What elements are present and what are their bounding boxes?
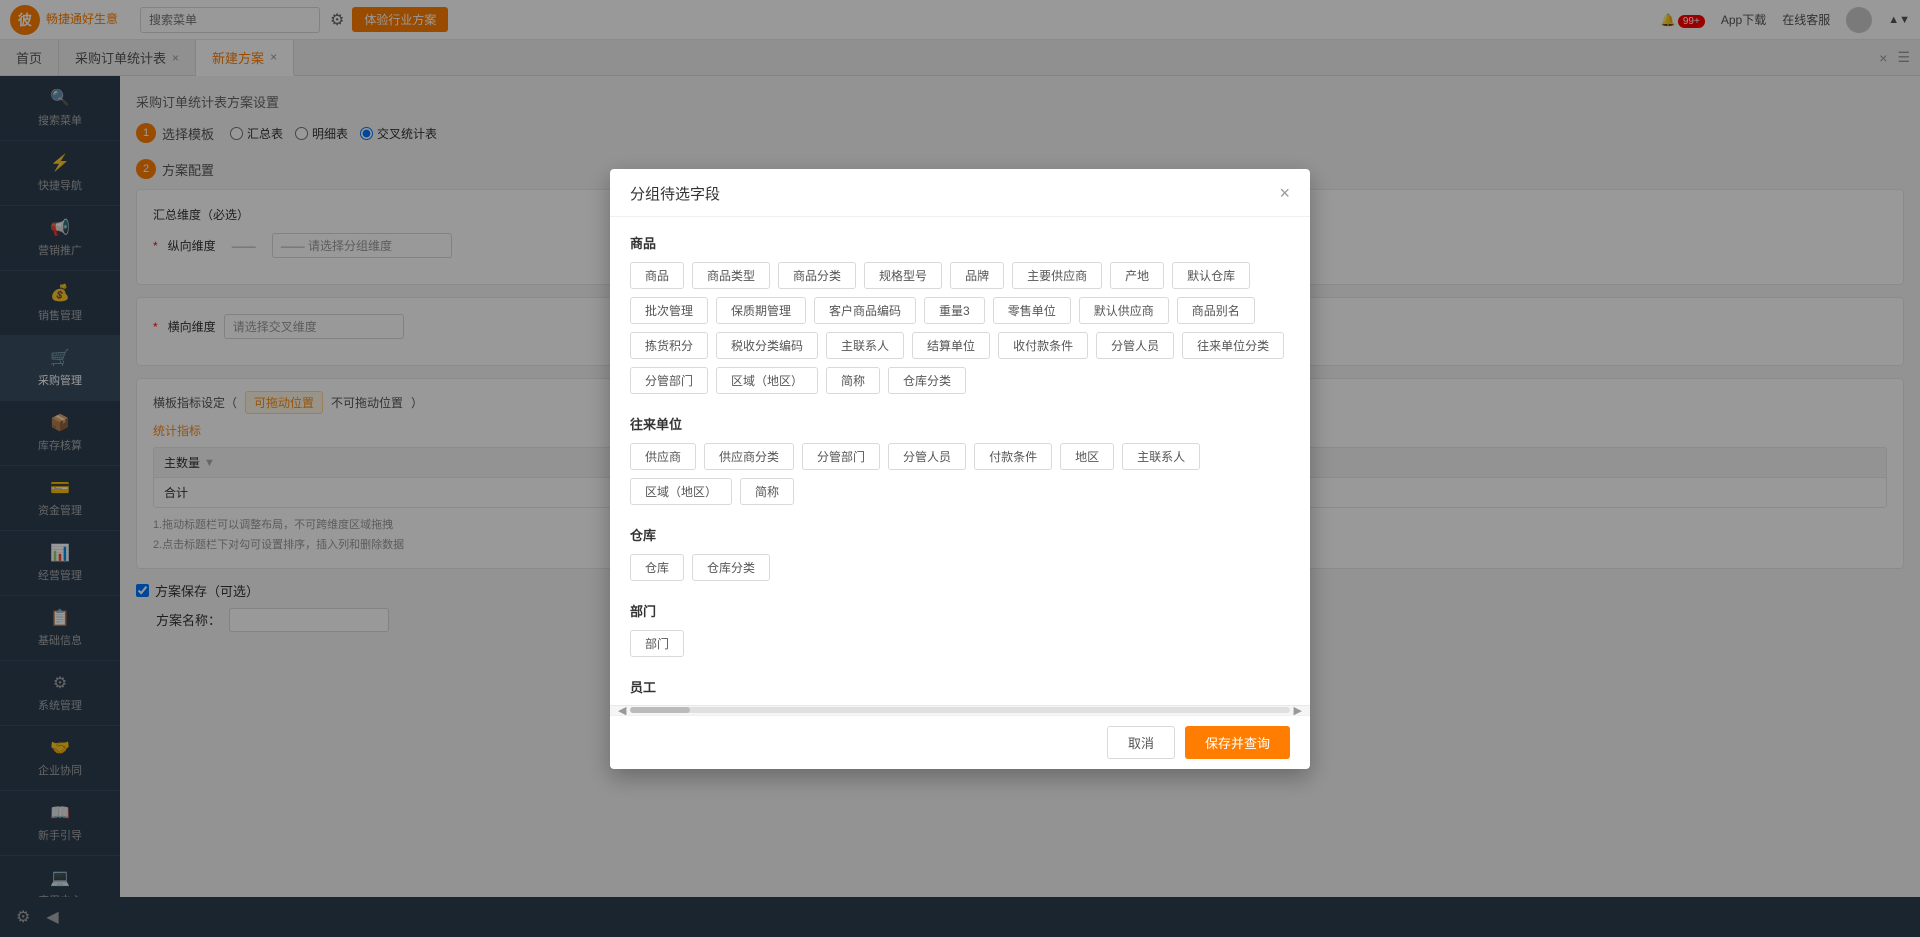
field-tag-0-7[interactable]: 默认仓库	[1172, 262, 1250, 289]
hscroll-track	[630, 707, 1289, 713]
field-tag-0-14[interactable]: 商品别名	[1177, 297, 1255, 324]
field-section-0: 商品商品商品类型商品分类规格型号品牌主要供应商产地默认仓库批次管理保质期管理客户…	[630, 233, 1290, 394]
field-tag-0-6[interactable]: 产地	[1110, 262, 1164, 289]
field-tag-1-3[interactable]: 分管人员	[888, 443, 966, 470]
field-tag-1-0[interactable]: 供应商	[630, 443, 696, 470]
section-title-1: 往来单位	[630, 414, 1290, 433]
field-selection-modal: 分组待选字段 × 商品商品商品类型商品分类规格型号品牌主要供应商产地默认仓库批次…	[610, 169, 1310, 769]
field-tag-3-0[interactable]: 部门	[630, 630, 684, 657]
field-section-4: 员工业务员	[630, 677, 1290, 705]
field-tag-1-8[interactable]: 简称	[740, 478, 794, 505]
modal-overlay: 分组待选字段 × 商品商品商品类型商品分类规格型号品牌主要供应商产地默认仓库批次…	[0, 0, 1920, 937]
field-tag-1-2[interactable]: 分管部门	[802, 443, 880, 470]
section-title-2: 仓库	[630, 525, 1290, 544]
field-tag-0-17[interactable]: 主联系人	[826, 332, 904, 359]
field-tag-0-11[interactable]: 重量3	[924, 297, 985, 324]
field-tag-0-12[interactable]: 零售单位	[993, 297, 1071, 324]
field-tag-0-21[interactable]: 往来单位分类	[1182, 332, 1284, 359]
modal-title: 分组待选字段	[630, 183, 720, 204]
field-tag-0-25[interactable]: 仓库分类	[888, 367, 966, 394]
field-tag-1-4[interactable]: 付款条件	[974, 443, 1052, 470]
field-section-2: 仓库仓库仓库分类	[630, 525, 1290, 581]
field-tags-3: 部门	[630, 630, 1290, 657]
field-tag-0-9[interactable]: 保质期管理	[716, 297, 806, 324]
modal-confirm-button[interactable]: 保存并查询	[1185, 726, 1290, 759]
field-tag-0-22[interactable]: 分管部门	[630, 367, 708, 394]
field-tag-1-1[interactable]: 供应商分类	[704, 443, 794, 470]
section-title-3: 部门	[630, 601, 1290, 620]
field-tag-0-5[interactable]: 主要供应商	[1012, 262, 1102, 289]
field-tag-1-5[interactable]: 地区	[1060, 443, 1114, 470]
field-section-3: 部门部门	[630, 601, 1290, 657]
modal-cancel-button[interactable]: 取消	[1107, 726, 1175, 759]
field-tag-2-0[interactable]: 仓库	[630, 554, 684, 581]
field-tag-2-1[interactable]: 仓库分类	[692, 554, 770, 581]
section-title-0: 商品	[630, 233, 1290, 252]
field-tag-1-6[interactable]: 主联系人	[1122, 443, 1200, 470]
field-tag-0-8[interactable]: 批次管理	[630, 297, 708, 324]
field-tag-0-20[interactable]: 分管人员	[1096, 332, 1174, 359]
modal-close-button[interactable]: ×	[1279, 183, 1290, 204]
field-tag-0-19[interactable]: 收付款条件	[998, 332, 1088, 359]
field-tag-0-24[interactable]: 简称	[826, 367, 880, 394]
field-tags-2: 仓库仓库分类	[630, 554, 1290, 581]
field-tag-0-0[interactable]: 商品	[630, 262, 684, 289]
field-tag-0-1[interactable]: 商品类型	[692, 262, 770, 289]
field-tag-0-13[interactable]: 默认供应商	[1079, 297, 1169, 324]
field-tag-0-18[interactable]: 结算单位	[912, 332, 990, 359]
section-title-4: 员工	[630, 677, 1290, 696]
field-tags-0: 商品商品类型商品分类规格型号品牌主要供应商产地默认仓库批次管理保质期管理客户商品…	[630, 262, 1290, 394]
modal-header: 分组待选字段 ×	[610, 169, 1310, 217]
modal-footer: 取消 保存并查询	[610, 715, 1310, 769]
field-tag-0-3[interactable]: 规格型号	[864, 262, 942, 289]
modal-horizontal-scrollbar[interactable]: ◀ ▶	[610, 705, 1310, 715]
field-tag-0-23[interactable]: 区域（地区）	[716, 367, 818, 394]
field-tag-0-16[interactable]: 税收分类编码	[716, 332, 818, 359]
field-section-1: 往来单位供应商供应商分类分管部门分管人员付款条件地区主联系人区域（地区） 简称	[630, 414, 1290, 505]
field-tag-0-10[interactable]: 客户商品编码	[814, 297, 916, 324]
field-tags-1: 供应商供应商分类分管部门分管人员付款条件地区主联系人区域（地区） 简称	[630, 443, 1290, 505]
modal-body: 商品商品商品类型商品分类规格型号品牌主要供应商产地默认仓库批次管理保质期管理客户…	[610, 217, 1310, 705]
field-tag-0-4[interactable]: 品牌	[950, 262, 1004, 289]
hscroll-thumb	[630, 707, 690, 713]
field-tag-0-15[interactable]: 拣货积分	[630, 332, 708, 359]
field-tag-0-2[interactable]: 商品分类	[778, 262, 856, 289]
field-tag-1-7[interactable]: 区域（地区）	[630, 478, 732, 505]
